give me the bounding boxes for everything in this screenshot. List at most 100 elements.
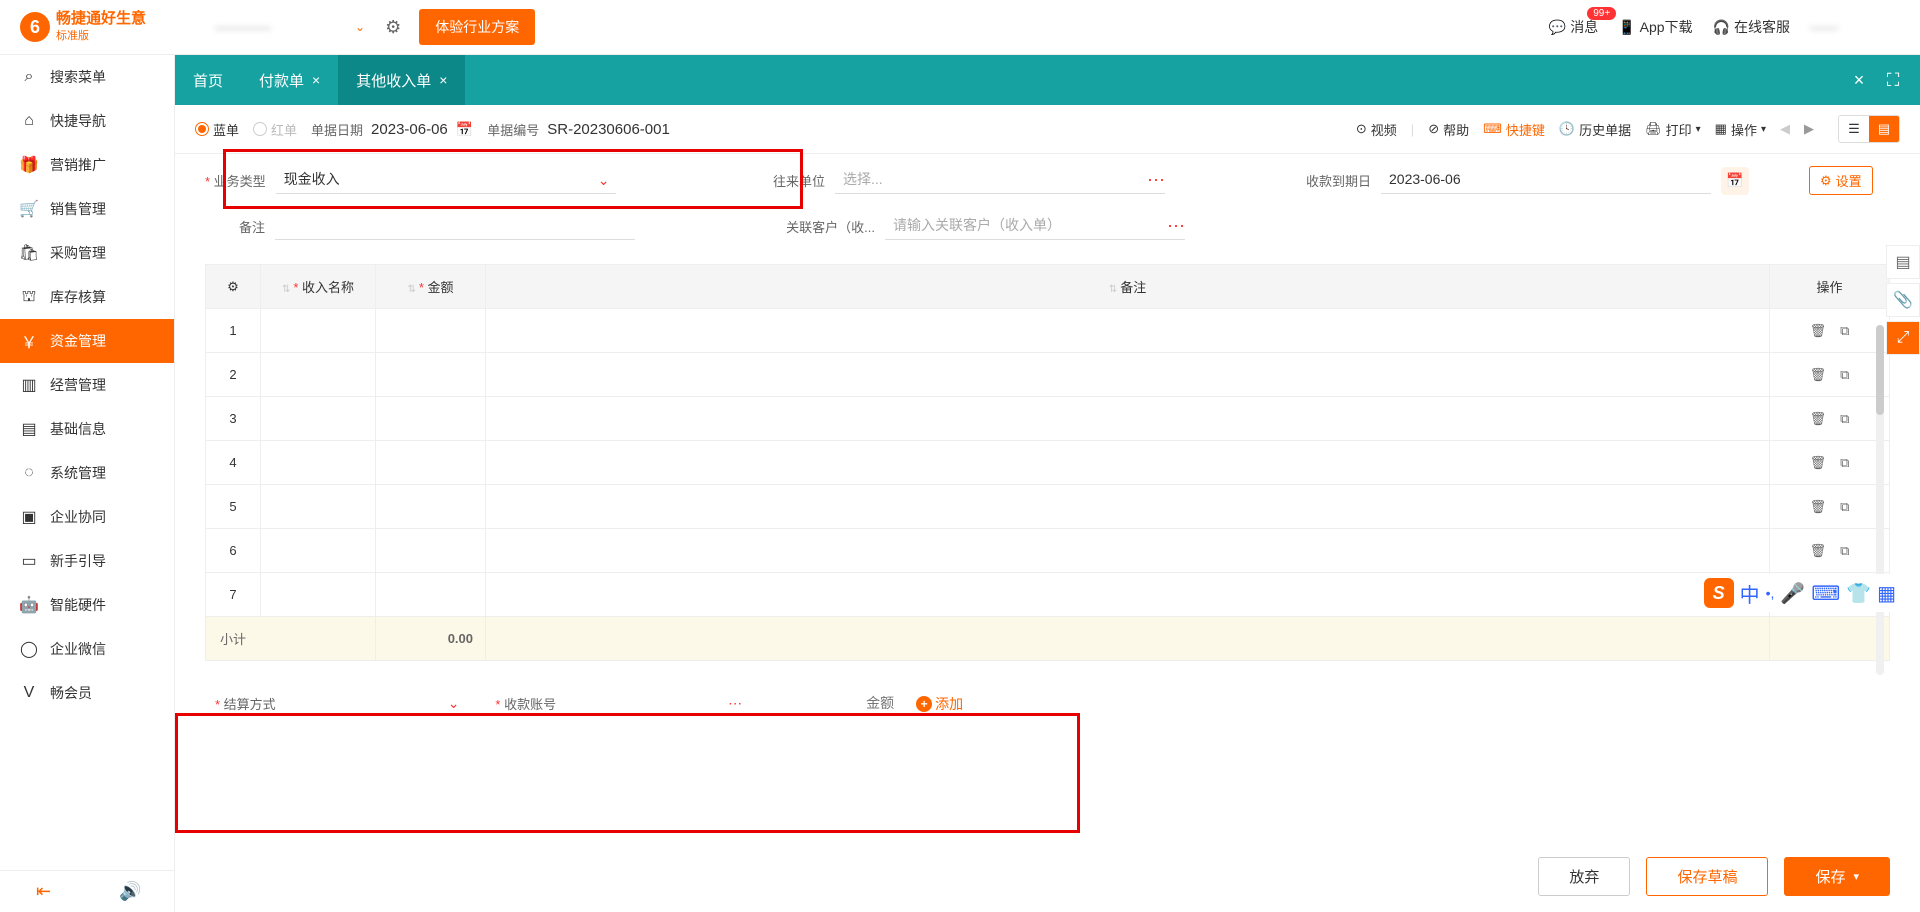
table-row[interactable]: 7 🗑 ⧉ [206,573,1890,617]
cell-amount[interactable] [376,573,486,617]
sidebar-item-guide[interactable]: ▭新手引导 [0,539,174,583]
calendar-icon[interactable]: 📅 [456,121,473,138]
save-button[interactable]: 保存▾ [1784,857,1890,896]
close-icon[interactable]: × [439,72,447,88]
ime-toolbox-icon[interactable]: ▦ [1877,581,1896,606]
col-amount[interactable]: ⇅金额 [376,265,486,309]
calendar-icon[interactable]: 📅 [1721,167,1749,195]
copy-icon[interactable]: ⧉ [1840,323,1849,339]
cell-amount[interactable] [376,353,486,397]
more-icon[interactable]: ⋯ [1167,216,1187,237]
more-icon[interactable]: ⋯ [1147,170,1167,191]
scrollbar-thumb[interactable] [1876,325,1884,415]
table-row[interactable]: 5 🗑 ⧉ [206,485,1890,529]
tabs-fullscreen-button[interactable]: ⛶ [1876,63,1910,97]
copy-icon[interactable]: ⧉ [1840,367,1849,383]
table-row[interactable]: 1 🗑 ⧉ [206,309,1890,353]
cell-amount[interactable] [376,397,486,441]
side-expand-button[interactable]: ⤢ [1886,321,1920,355]
messages-link[interactable]: 💬 消息 99+ [1549,17,1598,37]
table-config-header[interactable]: ⚙ [206,265,261,309]
settings-icon[interactable]: ⚙ [385,17,401,38]
sidebar-item-sales[interactable]: 🛒销售管理 [0,187,174,231]
more-icon[interactable]: ⋯ [728,695,744,712]
col-income-name[interactable]: ⇅收入名称 [261,265,376,309]
radio-blue-bill[interactable]: 蓝单 [195,120,239,139]
delete-icon[interactable]: 🗑 [1810,543,1827,559]
table-row[interactable]: 3 🗑 ⧉ [206,397,1890,441]
sidebar-item-marketing[interactable]: 🎁营销推广 [0,143,174,187]
side-attach-button[interactable]: 📎 [1886,283,1920,317]
online-service-link[interactable]: 🎧 在线客服 [1713,17,1790,37]
tabs-close-button[interactable]: × [1842,63,1876,97]
tab-other-income[interactable]: 其他收入单× [338,55,465,105]
ime-skin-icon[interactable]: 👕 [1846,581,1871,606]
help-button[interactable]: ⊘帮助 [1428,120,1469,139]
copy-icon[interactable]: ⧉ [1840,499,1849,515]
cell-income-name[interactable] [261,441,376,485]
delete-icon[interactable]: 🗑 [1810,411,1827,427]
close-icon[interactable]: × [312,72,320,88]
delete-icon[interactable]: 🗑 [1810,499,1827,515]
copy-icon[interactable]: ⧉ [1840,543,1849,559]
cell-income-name[interactable] [261,309,376,353]
operate-button[interactable]: ▦操作▾ [1715,120,1766,139]
table-row[interactable]: 4 🗑 ⧉ [206,441,1890,485]
sidebar-collapse-button[interactable]: ⇤ [0,871,87,912]
prev-button[interactable]: ◀ [1780,121,1790,137]
copy-icon[interactable]: ⧉ [1840,411,1849,427]
cell-amount[interactable] [376,441,486,485]
sidebar-item-member[interactable]: V畅会员 [0,671,174,715]
sidebar-item-system[interactable]: ◌系统管理 [0,451,174,495]
cell-remark[interactable] [486,529,1770,573]
side-note-button[interactable]: ▤ [1886,245,1920,279]
form-view-toggle[interactable]: ▤ [1869,116,1899,142]
cell-income-name[interactable] [261,353,376,397]
cell-amount[interactable] [376,485,486,529]
org-dropdown[interactable]: ———— ⌄ [215,19,365,35]
cell-remark[interactable] [486,573,1770,617]
party-input[interactable] [835,167,1165,194]
delete-icon[interactable]: 🗑 [1810,455,1827,471]
table-row[interactable]: 6 🗑 ⧉ [206,529,1890,573]
delete-icon[interactable]: 🗑 [1810,323,1827,339]
sidebar-item-wechat[interactable]: ◯企业微信 [0,627,174,671]
tab-home[interactable]: 首页 [175,55,241,105]
cell-amount[interactable] [376,529,486,573]
tab-payment[interactable]: 付款单× [241,55,338,105]
sidebar-sound-button[interactable]: 🔊 [87,871,174,912]
app-download-link[interactable]: 📱 App下载 [1618,17,1692,37]
cell-remark[interactable] [486,441,1770,485]
business-type-input[interactable] [276,167,616,194]
list-view-toggle[interactable]: ☰ [1839,116,1869,142]
sidebar-item-search[interactable]: ⌕搜索菜单 [0,55,174,99]
chevron-down-icon[interactable]: ⌄ [448,695,460,712]
chevron-down-icon[interactable]: ⌄ [598,172,610,189]
col-remark[interactable]: ⇅备注 [486,265,1770,309]
shortcut-button[interactable]: ⌨快捷键 [1483,120,1545,139]
settle-method-input[interactable] [292,691,432,716]
setting-button[interactable]: ⚙设置 [1809,166,1873,195]
ime-toolbar[interactable]: S 中 •, 🎤 ⌨ 👕 ▦ [1700,574,1900,612]
cell-remark[interactable] [486,485,1770,529]
cell-income-name[interactable] [261,397,376,441]
cell-income-name[interactable] [261,485,376,529]
ime-punct-icon[interactable]: •, [1766,585,1775,601]
add-payment-button[interactable]: +添加 [916,694,963,714]
remark-input[interactable] [275,213,635,240]
due-date-input[interactable] [1381,167,1711,194]
sidebar-item-operation[interactable]: ▥经营管理 [0,363,174,407]
radio-red-bill[interactable]: 红单 [253,120,297,139]
cell-income-name[interactable] [261,529,376,573]
sidebar-item-baseinfo[interactable]: ▤基础信息 [0,407,174,451]
sidebar-item-hardware[interactable]: 🤖智能硬件 [0,583,174,627]
discard-button[interactable]: 放弃 [1538,857,1630,896]
save-draft-button[interactable]: 保存草稿 [1646,857,1768,896]
experience-plan-button[interactable]: 体验行业方案 [419,9,535,45]
cell-remark[interactable] [486,397,1770,441]
amount-input[interactable] [770,691,900,716]
related-customer-input[interactable] [885,213,1185,240]
ime-keyboard-icon[interactable]: ⌨ [1811,581,1840,606]
cell-income-name[interactable] [261,573,376,617]
sidebar-item-inventory[interactable]: ⛫库存核算 [0,275,174,319]
